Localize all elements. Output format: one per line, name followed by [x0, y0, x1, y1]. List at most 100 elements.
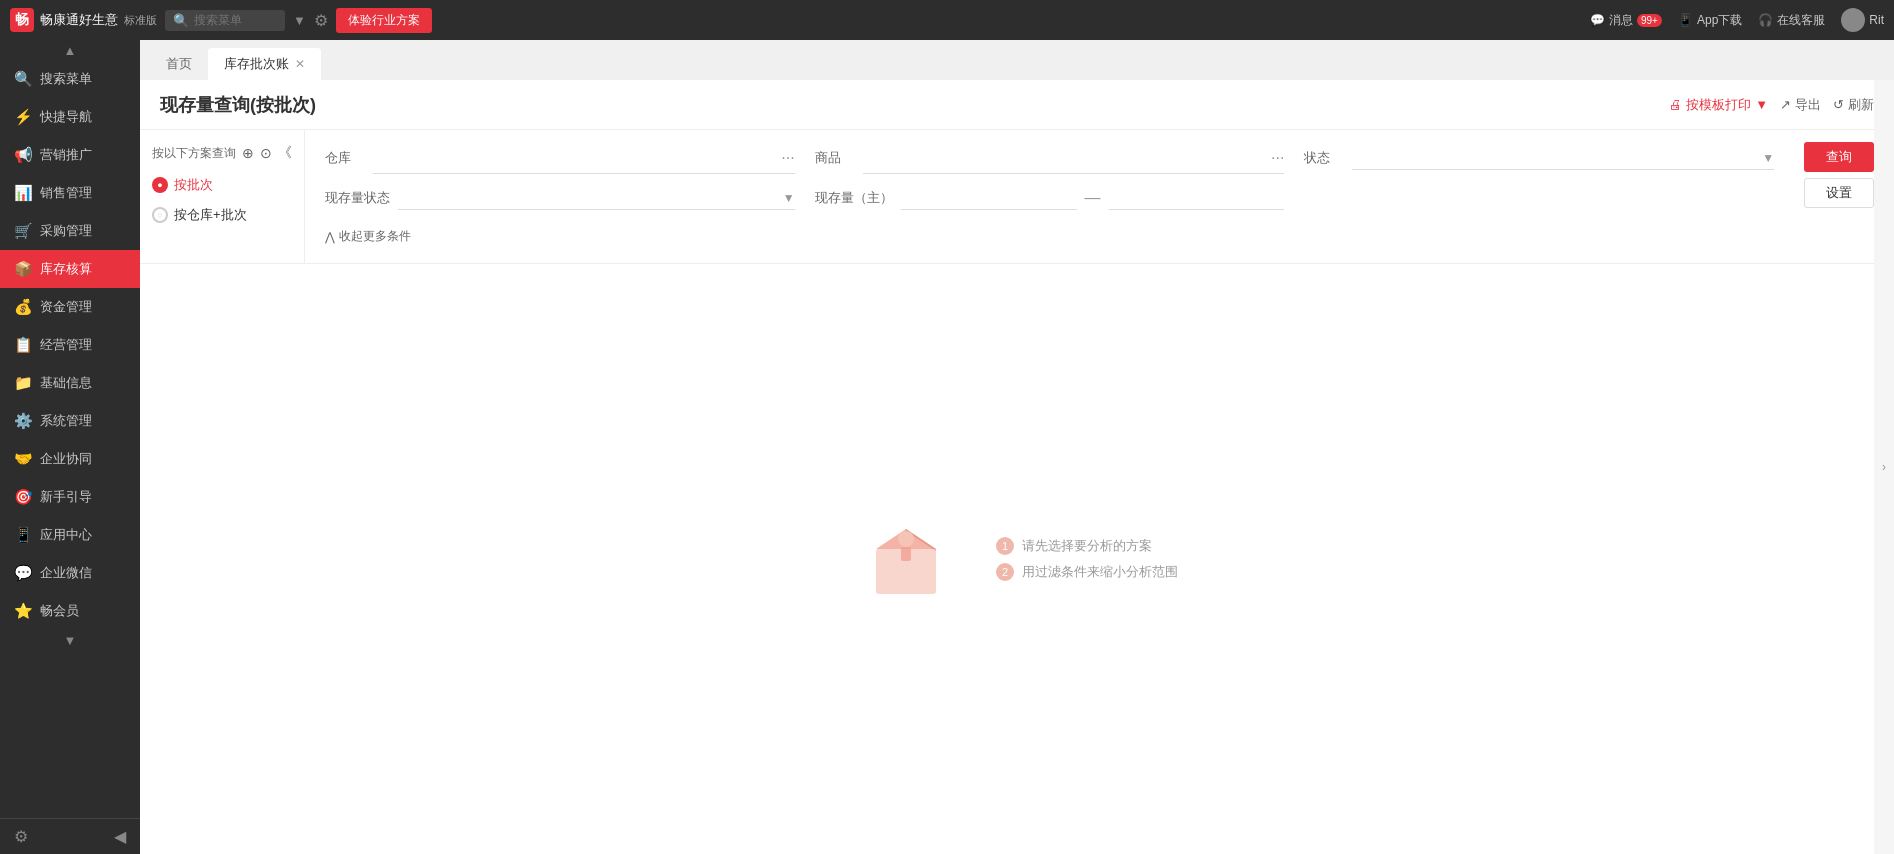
online-service-action[interactable]: 🎧 在线客服 [1758, 12, 1825, 29]
inventory-status-select[interactable]: ▼ [398, 187, 795, 210]
filter-row-2: 现存量状态 ▼ 现存量（主） [325, 186, 1774, 210]
print-dropdown-icon[interactable]: ▼ [1755, 97, 1768, 112]
sidebar-item-vip[interactable]: ⭐ 畅会员 [0, 592, 140, 630]
export-action[interactable]: ↗ 导出 [1780, 96, 1821, 114]
search-input[interactable] [194, 13, 274, 27]
sidebar-item-newbie[interactable]: 🎯 新手引导 [0, 478, 140, 516]
sidebar-item-basic[interactable]: 📁 基础信息 [0, 364, 140, 402]
query-button[interactable]: 查询 [1804, 142, 1874, 172]
empty-tip-1: 1 请先选择要分析的方案 [996, 537, 1178, 555]
scheme-add-icon[interactable]: ⊕ [242, 145, 254, 161]
main-layout: ▲ 🔍 搜索菜单 ⚡ 快捷导航 📢 营销推广 📊 销售管理 🛒 采购管理 📦 库… [0, 40, 1894, 854]
status-select[interactable]: ▼ [1352, 147, 1774, 170]
sidebar-label-inventory: 库存核算 [40, 260, 92, 278]
page-header: 现存量查询(按批次) 🖨 按模板打印 ▼ ↗ 导出 ↺ 刷新 [140, 80, 1894, 130]
sidebar-item-finance[interactable]: 💰 资金管理 [0, 288, 140, 326]
search-bar[interactable]: 🔍 [165, 10, 285, 31]
search-menu-icon: 🔍 [14, 70, 32, 88]
sidebar-item-system[interactable]: ⚙️ 系统管理 [0, 402, 140, 440]
sidebar-label-enterprise-wechat: 企业微信 [40, 564, 92, 582]
enterprise-icon: 🤝 [14, 450, 32, 468]
sidebar-label-purchase: 采购管理 [40, 222, 92, 240]
finance-icon: 💰 [14, 298, 32, 316]
sidebar-item-search[interactable]: 🔍 搜索菜单 [0, 60, 140, 98]
inventory-qty-min[interactable] [901, 186, 1077, 210]
tip-num-1: 1 [996, 537, 1014, 555]
quick-nav-icon: ⚡ [14, 108, 32, 126]
search-icon: 🔍 [173, 13, 189, 28]
refresh-icon: ↺ [1833, 97, 1844, 112]
empty-content: 1 请先选择要分析的方案 2 用过滤条件来缩小分析范围 [856, 509, 1178, 609]
message-label: 消息 [1609, 12, 1633, 29]
empty-svg [856, 509, 956, 609]
header-right: 💬 消息 99+ 📱 App下载 🎧 在线客服 Rit [1590, 8, 1884, 32]
sidebar-item-marketing[interactable]: 📢 营销推广 [0, 136, 140, 174]
sidebar-label-vip: 畅会员 [40, 602, 79, 620]
header-left: 畅 畅康通好生意 标准版 🔍 ▼ ⚙ 体验行业方案 [10, 8, 432, 33]
page-title: 现存量查询(按批次) [160, 93, 316, 117]
sidebar-item-enterprise[interactable]: 🤝 企业协同 [0, 440, 140, 478]
warehouse-input-wrap[interactable]: ··· [373, 142, 795, 174]
sidebar-item-quick-nav[interactable]: ⚡ 快捷导航 [0, 98, 140, 136]
sidebar-settings-icon[interactable]: ⚙ [14, 827, 28, 846]
sidebar-label-finance: 资金管理 [40, 298, 92, 316]
right-close-panel[interactable]: › [1874, 80, 1894, 854]
enterprise-wechat-icon: 💬 [14, 564, 32, 582]
export-label: 导出 [1795, 96, 1821, 114]
filter-row-1: 仓库 ··· 商品 [325, 142, 1774, 174]
tab-batch[interactable]: 库存批次账 ✕ [208, 48, 321, 80]
settings-icon[interactable]: ⚙ [314, 11, 328, 30]
scheme-item-batch-label: 按批次 [174, 176, 213, 194]
sidebar-collapse-icon[interactable]: ◀ [114, 827, 126, 846]
inventory-qty-max[interactable] [1109, 186, 1285, 210]
phone-icon: 📱 [1678, 13, 1693, 27]
sidebar-item-enterprise-wechat[interactable]: 💬 企业微信 [0, 554, 140, 592]
sidebar-label-marketing: 营销推广 [40, 146, 92, 164]
refresh-action[interactable]: ↺ 刷新 [1833, 96, 1874, 114]
empty-tips: 1 请先选择要分析的方案 2 用过滤条件来缩小分析范围 [996, 537, 1178, 581]
scheme-item-batch[interactable]: ● 按批次 [140, 170, 304, 200]
settings-button[interactable]: 设置 [1804, 178, 1874, 208]
sidebar-label-newbie: 新手引导 [40, 488, 92, 506]
inventory-qty-label: 现存量（主） [815, 189, 893, 207]
message-action[interactable]: 💬 消息 99+ [1590, 12, 1662, 29]
sidebar-scroll-down[interactable]: ▼ [0, 630, 140, 650]
tab-home-label: 首页 [166, 56, 192, 71]
sidebar-item-sales[interactable]: 📊 销售管理 [0, 174, 140, 212]
app-download-action[interactable]: 📱 App下载 [1678, 12, 1742, 29]
app-center-icon: 📱 [14, 526, 32, 544]
warehouse-dots-icon[interactable]: ··· [781, 149, 794, 167]
right-close-icon[interactable]: › [1882, 460, 1886, 474]
goods-input[interactable] [863, 146, 1267, 169]
svg-rect-4 [901, 547, 911, 561]
range-divider: — [1085, 189, 1101, 207]
content-area: 首页 库存批次账 ✕ 现存量查询(按批次) 🖨 按模板打印 ▼ ↗ [140, 40, 1894, 854]
avatar [1841, 8, 1865, 32]
collapse-button[interactable]: ⋀ 收起更多条件 [325, 222, 1774, 251]
warehouse-input[interactable] [373, 146, 777, 169]
tab-close-icon[interactable]: ✕ [295, 57, 305, 71]
warehouse-label: 仓库 [325, 149, 365, 167]
scheme-settings-icon[interactable]: ⊙ [260, 145, 272, 161]
goods-dots-icon[interactable]: ··· [1271, 149, 1284, 167]
goods-label: 商品 [815, 149, 855, 167]
sidebar-item-inventory[interactable]: 📦 库存核算 [0, 250, 140, 288]
user-action[interactable]: Rit [1841, 8, 1884, 32]
newbie-icon: 🎯 [14, 488, 32, 506]
sidebar-label-basic: 基础信息 [40, 374, 92, 392]
tab-home[interactable]: 首页 [150, 48, 208, 80]
sidebar-item-purchase[interactable]: 🛒 采购管理 [0, 212, 140, 250]
sidebar-scroll-up[interactable]: ▲ [0, 40, 140, 60]
dropdown-icon[interactable]: ▼ [293, 13, 306, 28]
print-action[interactable]: 🖨 按模板打印 ▼ [1669, 96, 1768, 114]
tab-batch-label: 库存批次账 [224, 55, 289, 73]
scheme-item-warehouse-batch[interactable]: ○ 按仓库+批次 [140, 200, 304, 230]
sidebar-item-operations[interactable]: 📋 经营管理 [0, 326, 140, 364]
edition-badge: 标准版 [124, 13, 157, 28]
scheme-collapse-icon[interactable]: 《 [278, 144, 292, 162]
trial-button[interactable]: 体验行业方案 [336, 8, 432, 33]
sidebar-item-app-center[interactable]: 📱 应用中心 [0, 516, 140, 554]
refresh-label: 刷新 [1848, 96, 1874, 114]
goods-input-wrap[interactable]: ··· [863, 142, 1285, 174]
basic-icon: 📁 [14, 374, 32, 392]
